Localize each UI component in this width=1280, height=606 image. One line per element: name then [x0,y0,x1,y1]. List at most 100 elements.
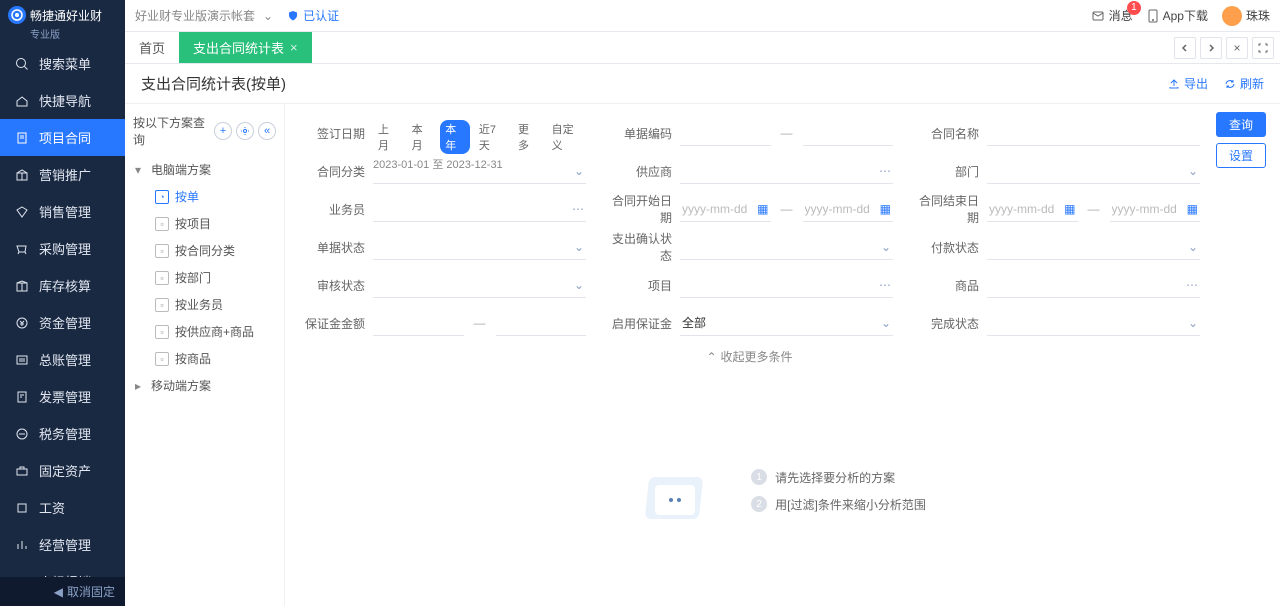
export-button[interactable]: 导出 [1168,75,1208,92]
salesman-select[interactable]: ⋯ [373,196,586,222]
chart-icon [14,537,29,552]
chip-this-month[interactable]: 本月 [407,120,437,154]
more-icon: ⋯ [879,278,891,292]
chip-7days[interactable]: 近7天 [474,120,509,154]
start-date-range[interactable]: ▦ — ▦ [680,196,893,222]
sidebar: 畅捷通好业财 专业版 搜索菜单 快捷导航 项目合同 营销推广 销售管理 采购管理… [0,0,125,606]
tabs: 首页 支出合同统计表 × × [125,32,1280,64]
enable-deposit-select[interactable]: 全部⌄ [680,310,893,336]
tax-icon [14,426,29,441]
tab-prev[interactable] [1174,37,1196,59]
brand-icon [8,6,26,24]
invoice-icon [14,389,29,404]
menu-assets[interactable]: 固定资产 [0,452,125,489]
refresh-button[interactable]: 刷新 [1224,75,1264,92]
menu-ops[interactable]: 经营管理 [0,526,125,563]
tree-leaf-by-goods[interactable]: ▫按商品 [129,345,280,372]
chevron-down-icon: ⌄ [881,240,891,254]
supplier-select[interactable]: ⋯ [680,158,893,184]
done-status-select[interactable]: ⌄ [987,310,1200,336]
leaf-icon: ▫ [155,298,169,312]
document-icon [14,130,29,145]
dept-select[interactable]: ⌄ [987,158,1200,184]
home-icon [14,93,29,108]
add-scheme-button[interactable]: + [214,122,232,140]
menu-inventory[interactable]: 库存核算 [0,267,125,304]
fullscreen-button[interactable] [1252,37,1274,59]
chevron-down-icon: ⌄ [1188,240,1198,254]
account-selector[interactable]: 好业财专业版演示帐套 ⌄ [135,7,273,24]
calendar-icon: ▦ [1064,202,1075,216]
topbar: 好业财专业版演示帐套 ⌄ 已认证 消息 1 App下载 [125,0,1280,32]
collapse-filters-button[interactable]: ⌃ 收起更多条件 [706,348,792,365]
deposit-range[interactable]: — [373,310,586,336]
calendar-icon: ▦ [1187,202,1198,216]
money-icon [14,315,29,330]
settings-button[interactable]: 设置 [1216,143,1266,168]
chip-last-month[interactable]: 上月 [373,120,403,154]
menu-salary[interactable]: 工资 [0,489,125,526]
bill-status-select[interactable]: ⌄ [373,234,586,260]
filter-sign-date: 签订日期 上月 本月 本年 近7天 更多 自定义 [299,114,586,152]
verified-badge: 已认证 [287,7,339,24]
shield-icon [287,10,299,22]
brand-sub: 专业版 [0,26,125,45]
menu-ledger[interactable]: 总账管理 [0,341,125,378]
chevron-down-icon: ⌄ [263,9,273,23]
leaf-icon: ▫ [155,271,169,285]
chip-custom[interactable]: 自定义 [547,120,586,154]
menu-marketing[interactable]: 营销推广 [0,156,125,193]
tab-next[interactable] [1200,37,1222,59]
end-date-range[interactable]: ▦ — ▦ [987,196,1200,222]
chip-this-year[interactable]: 本年 [440,120,470,154]
download-button[interactable]: App下载 [1147,7,1208,24]
approve-status-select[interactable]: ⌄ [373,272,586,298]
menu-quicknav[interactable]: 快捷导航 [0,82,125,119]
close-icon[interactable]: × [290,40,298,55]
tree-group-desktop[interactable]: ▾电脑端方案 [129,156,280,183]
user-menu[interactable]: 珠珠 [1222,6,1270,26]
export-icon [1168,78,1180,90]
chevron-down-icon: ⌄ [574,240,584,254]
project-select[interactable]: ⋯ [680,272,893,298]
tree-leaf-by-project[interactable]: ▫按项目 [129,210,280,237]
pin-row[interactable]: ◀ 取消固定 [0,577,125,606]
chip-more[interactable]: 更多 [513,120,543,154]
menu-tax[interactable]: 税务管理 [0,415,125,452]
spend-status-select[interactable]: ⌄ [680,234,893,260]
tree-leaf-by-dept[interactable]: ▫按部门 [129,264,280,291]
messages-button[interactable]: 消息 1 [1091,7,1133,24]
menu-project-contract[interactable]: 项目合同 [0,119,125,156]
menu-sales[interactable]: 销售管理 [0,193,125,230]
chevron-up-icon: ⌃ [706,350,716,364]
tab-close-all[interactable]: × [1226,37,1248,59]
tree-leaf-by-order[interactable]: ◔按单 [129,183,280,210]
goods-select[interactable]: ⋯ [987,272,1200,298]
caret-down-icon: ▾ [135,163,145,177]
clock-icon: ◔ [155,190,169,204]
tree-leaf-by-category[interactable]: ▫按合同分类 [129,237,280,264]
menu-search[interactable]: 搜索菜单 [0,45,125,82]
more-icon: ⋯ [1186,278,1198,292]
box-icon [14,278,29,293]
scheme-title: 按以下方案查询 [133,114,214,148]
menu-purchase[interactable]: 采购管理 [0,230,125,267]
menu-invoice[interactable]: 发票管理 [0,378,125,415]
scheme-settings-button[interactable] [236,122,254,140]
tab-home[interactable]: 首页 [125,32,179,63]
asset-icon [14,463,29,478]
tree-group-mobile[interactable]: ▸移动端方案 [129,372,280,399]
contract-name-input[interactable] [987,120,1200,146]
serial-range[interactable]: — [680,120,893,146]
tab-active[interactable]: 支出合同统计表 × [179,32,312,63]
query-button[interactable]: 查询 [1216,112,1266,137]
contract-cat-select[interactable]: ⌄ [373,158,586,184]
tree-leaf-by-salesman[interactable]: ▫按业务员 [129,291,280,318]
tree-leaf-by-supplier-goods[interactable]: ▫按供应商+商品 [129,318,280,345]
pin-label: 取消固定 [67,583,115,600]
collapse-scheme-button[interactable]: « [258,122,276,140]
menu-funds[interactable]: 资金管理 [0,304,125,341]
page-header: 支出合同统计表(按单) 导出 刷新 [125,64,1280,104]
pay-status-select[interactable]: ⌄ [987,234,1200,260]
menu-expense[interactable]: 小畅报销 [0,563,125,577]
